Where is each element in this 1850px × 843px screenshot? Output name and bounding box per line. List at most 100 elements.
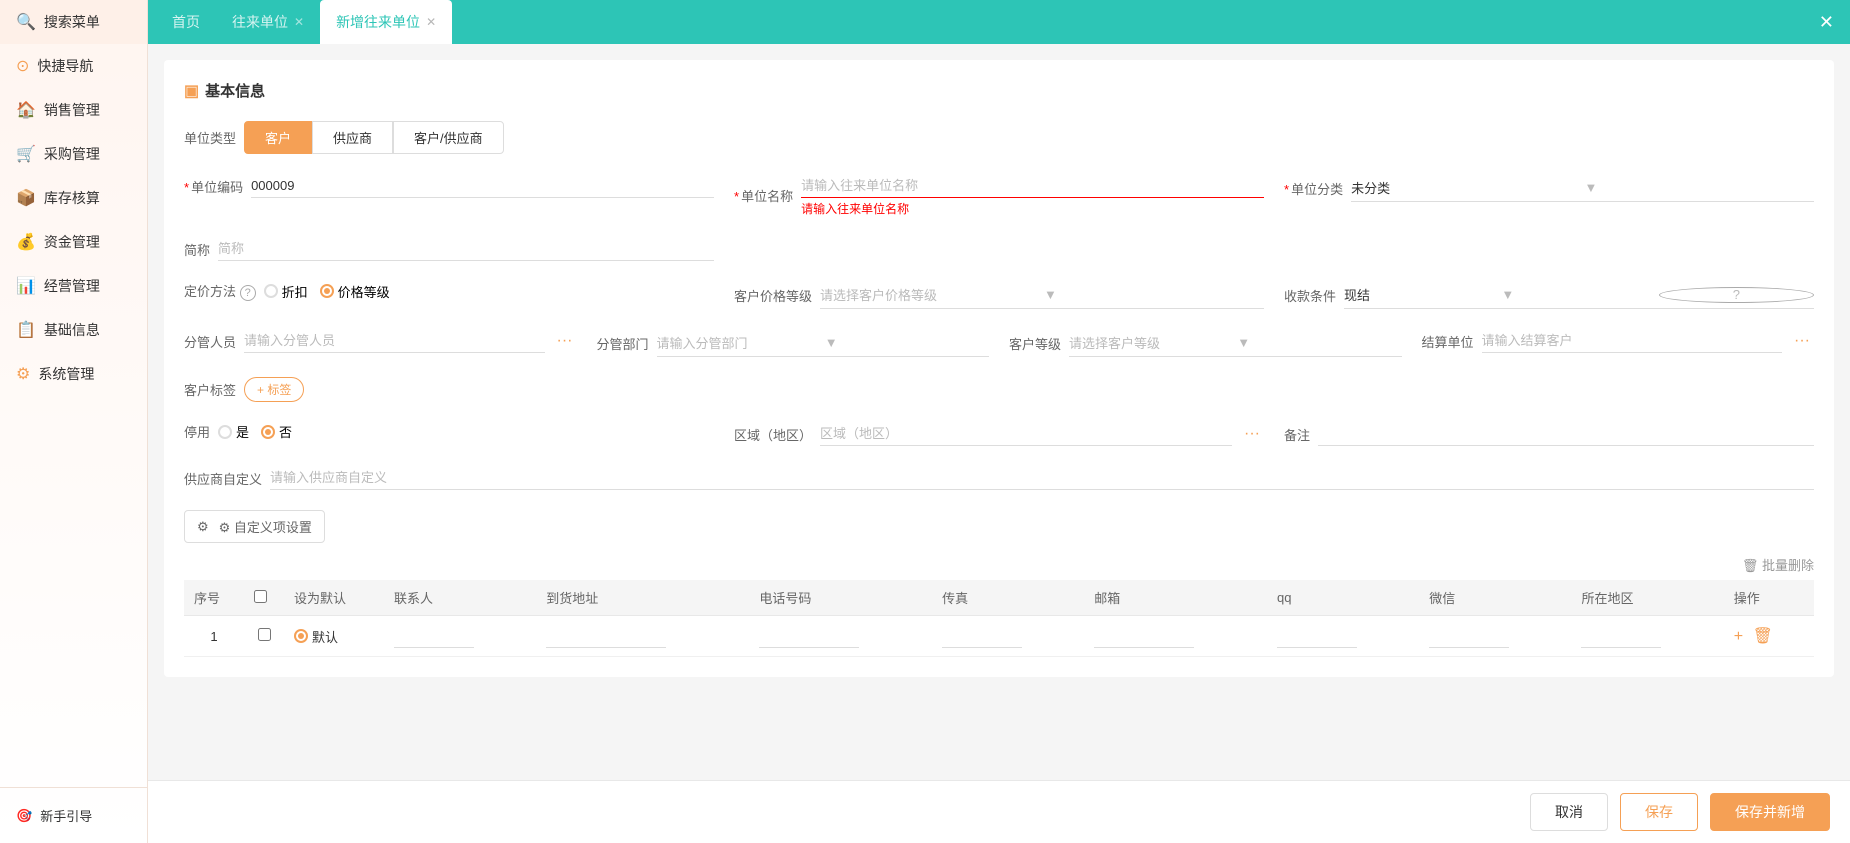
tab-counterparty[interactable]: 往来单位 ✕ — [216, 0, 320, 44]
add-tag-button[interactable]: + 标签 — [244, 377, 304, 402]
sidebar-item-purchase[interactable]: 🛒 采购管理 — [0, 132, 147, 176]
radio-no[interactable]: 否 — [261, 422, 292, 441]
default-radio-circle — [294, 629, 308, 643]
qq-input[interactable] — [1277, 624, 1357, 648]
pricing-help-icon[interactable]: ? — [240, 285, 256, 301]
purchase-icon: 🛒 — [16, 144, 36, 164]
settlement-label: 结算单位 — [1422, 332, 1474, 351]
cancel-button[interactable]: 取消 — [1530, 793, 1608, 831]
unit-code-label: *单位编码 — [184, 177, 243, 196]
unit-name-error: 请输入往来单位名称 — [801, 200, 1264, 217]
radio-yes[interactable]: 是 — [218, 422, 249, 441]
area-input[interactable] — [1581, 624, 1661, 648]
fax-input[interactable] — [942, 624, 1022, 648]
customer-level-arrow: ▼ — [1237, 335, 1401, 350]
wechat-input[interactable] — [1429, 624, 1509, 648]
unit-category-label: *单位分类 — [1284, 179, 1343, 198]
close-counterparty-tab[interactable]: ✕ — [294, 15, 304, 29]
sales-icon: 🏠 — [16, 100, 36, 120]
phone-input[interactable] — [759, 624, 859, 648]
sidebar-item-search[interactable]: 🔍 搜索菜单 — [0, 0, 147, 44]
customer-price-level-select[interactable]: 请选择客户价格等级 ▼ — [820, 281, 1264, 309]
manager-input[interactable] — [244, 329, 545, 353]
disabled-field: 停用 是 否 — [184, 422, 714, 441]
tab-bar: 首页 往来单位 ✕ 新增往来单位 ✕ ✕ — [148, 0, 1850, 44]
sidebar-item-system[interactable]: ⚙ 系统管理 — [0, 352, 147, 396]
close-all-tabs[interactable]: ✕ — [1811, 8, 1842, 37]
col-check-header — [244, 580, 284, 616]
operations-icon: 📊 — [16, 276, 36, 296]
remark-label: 备注 — [1284, 425, 1310, 444]
payment-terms-select[interactable]: 现结 ▼ ? — [1344, 281, 1814, 309]
short-name-label: 简称 — [184, 240, 210, 259]
sidebar-item-inventory[interactable]: 📦 库存核算 — [0, 176, 147, 220]
tags-label: 客户标签 — [184, 380, 236, 399]
system-icon: ⚙ — [16, 364, 30, 384]
delete-row-btn[interactable]: 🗑 — [1753, 628, 1773, 645]
unit-type-customer[interactable]: 客户 — [244, 121, 312, 154]
supplier-custom-input[interactable] — [270, 466, 1814, 490]
customer-level-select[interactable]: 请选择客户等级 ▼ — [1069, 329, 1401, 357]
col-wechat-header: 微信 — [1419, 580, 1571, 616]
email-input[interactable] — [1094, 624, 1194, 648]
region-input[interactable] — [820, 422, 1232, 446]
row-action: + 🗑 — [1724, 616, 1814, 657]
payment-terms-arrow: ▼ — [1501, 287, 1654, 302]
sidebar-item-basic-info[interactable]: 📋 基础信息 — [0, 308, 147, 352]
payment-terms-help-icon[interactable]: ? — [1659, 287, 1814, 303]
region-more-btn[interactable]: ··· — [1240, 425, 1264, 443]
table-header-row: 序号 设为默认 联系人 到货地址 电话号码 传真 邮箱 qq 微信 所在地区 — [184, 580, 1814, 616]
supplier-custom-label: 供应商自定义 — [184, 469, 262, 488]
sidebar-item-operations[interactable]: 📊 经营管理 — [0, 264, 147, 308]
select-all-checkbox[interactable] — [254, 590, 267, 603]
form-card: ▣ 基本信息 单位类型 客户 供应商 客户/供应商 *单位编码 — [164, 60, 1834, 677]
add-row-btn[interactable]: + — [1734, 628, 1743, 645]
unit-category-select[interactable]: 未分类 ▼ — [1351, 174, 1814, 202]
sidebar-item-quick-nav[interactable]: ⊙ 快捷导航 — [0, 44, 147, 88]
unit-type-label: 单位类型 — [184, 128, 236, 147]
price-level-arrow: ▼ — [1044, 287, 1264, 302]
section-title: ▣ 基本信息 — [184, 80, 1814, 101]
radio-discount[interactable]: 折扣 — [264, 282, 308, 301]
row-email — [1084, 616, 1267, 657]
radio-price-level[interactable]: 价格等级 — [320, 282, 390, 301]
tab-new-counterparty[interactable]: 新增往来单位 ✕ — [320, 0, 452, 44]
row-seq: 1 — [184, 616, 244, 657]
col-contact-header: 联系人 — [384, 580, 536, 616]
contacts-table: 序号 设为默认 联系人 到货地址 电话号码 传真 邮箱 qq 微信 所在地区 — [184, 580, 1814, 657]
manager-more-btn[interactable]: ··· — [553, 332, 577, 350]
unit-code-input[interactable] — [251, 174, 714, 198]
tab-home[interactable]: 首页 — [156, 0, 216, 44]
sidebar-item-finance[interactable]: 💰 资金管理 — [0, 220, 147, 264]
short-name-input[interactable] — [218, 237, 714, 261]
department-select[interactable]: 请输入分管部门 ▼ — [657, 329, 989, 357]
custom-settings-button[interactable]: ⚙ ⚙ 自定义项设置 — [184, 510, 325, 543]
row-wechat — [1419, 616, 1571, 657]
sidebar-item-guide[interactable]: 🎯 新手引导 — [0, 796, 147, 835]
sidebar-bottom: 🎯 新手引导 — [0, 787, 147, 843]
finance-icon: 💰 — [16, 232, 36, 252]
settlement-input[interactable] — [1482, 329, 1783, 353]
disabled-label: 停用 — [184, 422, 210, 441]
unit-type-both[interactable]: 客户/供应商 — [393, 121, 504, 154]
address-input[interactable] — [546, 624, 666, 648]
sidebar-item-sales[interactable]: 🏠 销售管理 — [0, 88, 147, 132]
row-checkbox[interactable] — [258, 628, 271, 641]
unit-type-supplier[interactable]: 供应商 — [312, 121, 393, 154]
region-label: 区域（地区） — [734, 425, 812, 444]
row-default: 默认 — [284, 616, 384, 657]
radio-no-circle — [261, 425, 275, 439]
settlement-more-btn[interactable]: ··· — [1790, 332, 1814, 350]
unit-name-input[interactable] — [801, 174, 1264, 198]
row-default-radio[interactable]: 默认 — [294, 627, 374, 646]
payment-terms-field: 收款条件 现结 ▼ ? — [1284, 281, 1814, 309]
save-new-button[interactable]: 保存并新增 — [1710, 793, 1830, 831]
close-new-counterparty-tab[interactable]: ✕ — [426, 15, 436, 29]
save-button[interactable]: 保存 — [1620, 793, 1698, 831]
batch-delete-btn[interactable]: 🗑 批量删除 — [184, 555, 1814, 574]
contact-input[interactable] — [394, 624, 474, 648]
unit-type-row: 单位类型 客户 供应商 客户/供应商 — [184, 121, 1814, 154]
settings-gear-icon: ⚙ — [197, 519, 209, 535]
short-name-field: 简称 — [184, 237, 714, 261]
remark-input[interactable] — [1318, 422, 1814, 446]
